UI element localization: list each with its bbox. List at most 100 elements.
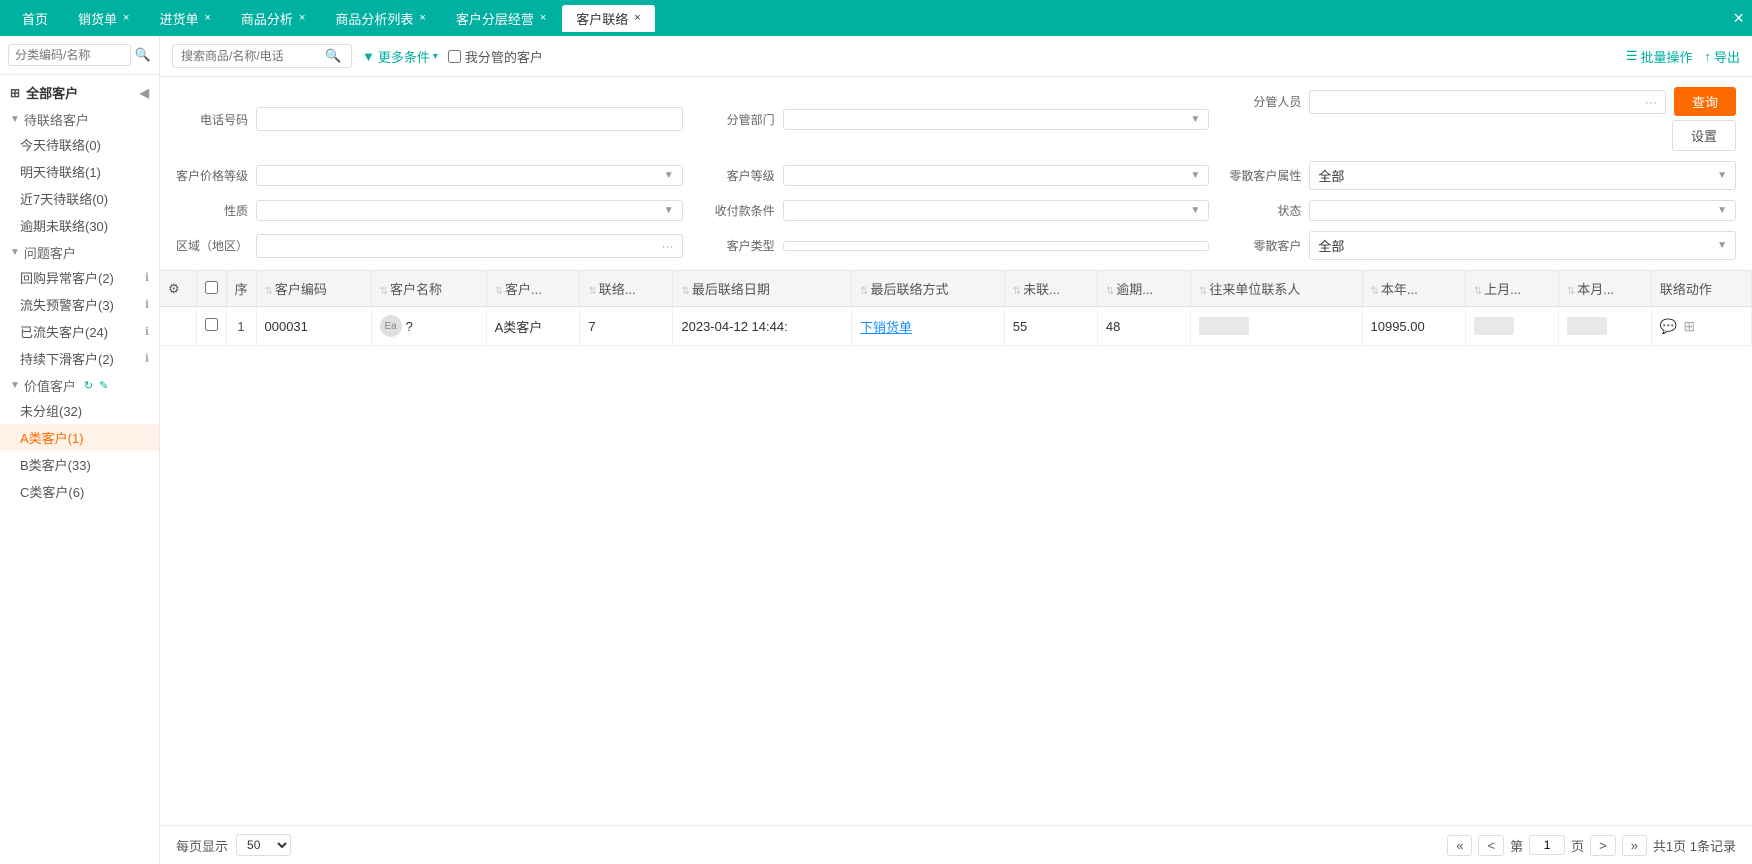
region-dots: ···: [662, 239, 674, 253]
tab-customer-layer[interactable]: 客户分层经营 ×: [442, 5, 560, 32]
settings-button[interactable]: 设置: [1672, 120, 1736, 151]
td-no-contact: 55: [1004, 307, 1097, 346]
filter-label-status: 状态: [1229, 202, 1301, 219]
query-button[interactable]: 查询: [1674, 87, 1736, 116]
search-input[interactable]: [181, 49, 321, 63]
td-code: 000031: [256, 307, 371, 346]
filter-label-price-level: 客户价格等级: [176, 167, 248, 184]
sidebar-item-repurchase[interactable]: 回购异常客户(2) ℹ: [0, 264, 159, 291]
sidebar-item-c-class[interactable]: C类客户(6): [0, 478, 159, 505]
sidebar-item-a-class-label: A类客户(1): [20, 428, 84, 447]
select-all-checkbox[interactable]: [205, 281, 218, 294]
th-type[interactable]: ⇅客户...: [486, 271, 580, 307]
row-checkbox[interactable]: [205, 318, 218, 331]
tab-product-analysis[interactable]: 商品分析 ×: [227, 5, 319, 32]
sidebar-item-churned[interactable]: 已流失客户(24) ℹ: [0, 318, 159, 345]
tab-purchase[interactable]: 进货单 ×: [145, 5, 224, 32]
th-this-year[interactable]: ⇅本年...: [1362, 271, 1465, 307]
sidebar-item-ungrouped[interactable]: 未分组(32): [0, 397, 159, 424]
th-code[interactable]: ⇅客户编码: [256, 271, 371, 307]
filter-select-customer-type[interactable]: [783, 241, 1210, 251]
tab-home-label: 首页: [22, 9, 48, 28]
tab-product-list-close[interactable]: ×: [419, 12, 425, 24]
filter-select-region[interactable]: ···: [256, 234, 683, 258]
my-customers-filter[interactable]: 我分管的客户: [448, 47, 543, 66]
td-settings: [160, 307, 196, 346]
filter-select-dept[interactable]: ▼: [783, 109, 1210, 130]
sidebar-item-7days[interactable]: 近7天待联络(0): [0, 185, 159, 212]
th-last-method[interactable]: ⇅最后联络方式: [852, 271, 1005, 307]
filter-row-payment: 收付款条件 ▼: [703, 200, 1210, 221]
page-size-label: 每页显示: [176, 836, 228, 855]
th-this-month[interactable]: ⇅本月...: [1558, 271, 1651, 307]
sidebar-item-today-label: 今天待联络(0): [20, 135, 101, 154]
sidebar-item-declining[interactable]: 持续下滑客户(2) ℹ: [0, 345, 159, 372]
group-problem-label: 问题客户: [24, 243, 76, 262]
tab-product-analysis-close[interactable]: ×: [299, 12, 305, 24]
page-size-select[interactable]: 50 10 20 100: [236, 834, 291, 856]
sidebar-search-area: 🔍: [0, 36, 159, 75]
tab-purchase-close[interactable]: ×: [204, 12, 210, 24]
th-no-contact[interactable]: ⇅未联...: [1004, 271, 1097, 307]
tab-customer-contact-close[interactable]: ×: [634, 12, 640, 24]
total-pages-label: 页: [1571, 836, 1584, 855]
tab-customer-contact[interactable]: 客户联络 ×: [562, 5, 654, 32]
sidebar-search-input[interactable]: [8, 44, 131, 66]
sidebar-item-b-class[interactable]: B类客户(33): [0, 451, 159, 478]
sidebar-item-churn-warning[interactable]: 流失预警客户(3) ℹ: [0, 291, 159, 318]
table-header-row: ⚙ 序 ⇅客户编码 ⇅客户名称 ⇅客户... ⇅联络... ⇅最后联络日期 ⇅最…: [160, 271, 1752, 307]
refresh-icon[interactable]: ↻: [84, 379, 93, 392]
sidebar-search-icon[interactable]: 🔍: [135, 47, 151, 63]
sidebar-item-a-class[interactable]: A类客户(1): [0, 424, 159, 451]
filter-select-manager[interactable]: ···: [1309, 90, 1666, 114]
export-label: 导出: [1714, 47, 1740, 66]
sidebar-item-c-class-label: C类客户(6): [20, 482, 84, 501]
sidebar-item-today[interactable]: 今天待联络(0): [0, 131, 159, 158]
chat-icon[interactable]: 💬: [1660, 318, 1677, 335]
filter-select-nature[interactable]: ▼: [256, 200, 683, 221]
filter-select-payment[interactable]: ▼: [783, 200, 1210, 221]
th-contact-person[interactable]: ⇅往来单位联系人: [1190, 271, 1362, 307]
sidebar-item-overdue[interactable]: 逾期未联络(30): [0, 212, 159, 239]
td-checkbox: [196, 307, 226, 346]
sidebar-item-overdue-label: 逾期未联络(30): [20, 216, 108, 235]
table-row: 1 000031 Ea ? A类客户 7 2023-04-12 14:44:: [160, 307, 1752, 346]
edit-icon[interactable]: ✎: [99, 379, 108, 392]
th-contact-count[interactable]: ⇅联络...: [580, 271, 673, 307]
caret-icon: ▾: [433, 51, 438, 62]
my-customers-checkbox[interactable]: [448, 50, 461, 63]
th-last-month[interactable]: ⇅上月...: [1465, 271, 1558, 307]
sidebar-item-tomorrow[interactable]: 明天待联络(1): [0, 158, 159, 185]
tab-product-list[interactable]: 商品分析列表 ×: [321, 5, 439, 32]
filter-select-customer-level[interactable]: ▼: [783, 165, 1210, 186]
filter-input-phone[interactable]: [256, 107, 683, 131]
sidebar-collapse-icon[interactable]: ◀: [140, 86, 149, 100]
customer-name-text[interactable]: ?: [406, 319, 413, 334]
tab-home[interactable]: 首页: [8, 5, 62, 32]
filter-select-status[interactable]: ▼: [1309, 200, 1736, 221]
settings-icon[interactable]: ⚙: [168, 281, 180, 296]
qr-icon[interactable]: ⊞: [1683, 318, 1695, 335]
th-last-date[interactable]: ⇅最后联络日期: [673, 271, 852, 307]
filter-select-retail-attr[interactable]: 全部 ▼: [1309, 161, 1736, 190]
close-all-tabs[interactable]: ×: [1733, 8, 1744, 29]
last-method-link[interactable]: 下销货单: [860, 320, 912, 335]
more-conditions-btn[interactable]: ▼ 更多条件 ▾: [362, 47, 438, 66]
customer-level-caret: ▼: [1190, 170, 1200, 181]
tab-customer-layer-close[interactable]: ×: [540, 12, 546, 24]
page-num-input[interactable]: [1529, 835, 1565, 855]
th-name[interactable]: ⇅客户名称: [371, 271, 486, 307]
prev-page-btn[interactable]: <: [1478, 835, 1504, 856]
first-page-btn[interactable]: «: [1447, 835, 1472, 856]
filter-select-price-level[interactable]: ▼: [256, 165, 683, 186]
filter-select-retail[interactable]: 全部 ▼: [1309, 231, 1736, 260]
last-page-btn[interactable]: »: [1622, 835, 1647, 856]
info-icon-repurchase: ℹ: [145, 271, 149, 284]
next-page-btn[interactable]: >: [1590, 835, 1616, 856]
export-btn[interactable]: ↑ 导出: [1704, 47, 1740, 66]
search-icon[interactable]: 🔍: [325, 48, 341, 64]
batch-op-btn[interactable]: ☰ 批量操作: [1626, 47, 1693, 66]
tab-sales[interactable]: 销货单 ×: [64, 5, 143, 32]
tab-sales-close[interactable]: ×: [123, 12, 129, 24]
th-overdue[interactable]: ⇅逾期...: [1097, 271, 1190, 307]
